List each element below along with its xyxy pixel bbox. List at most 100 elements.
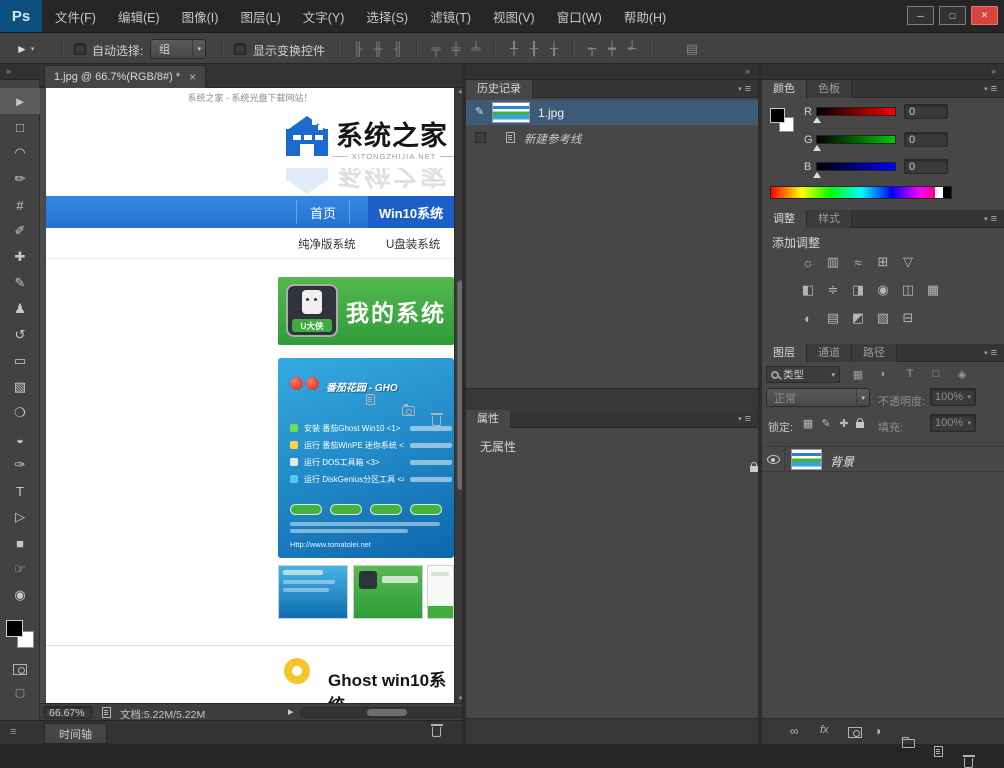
green-slider[interactable] [816, 135, 896, 144]
lasso-tool[interactable]: ◠ [0, 140, 40, 166]
vibrance-icon[interactable]: ▽ [898, 254, 918, 270]
align-left-edges-icon[interactable]: ╤ [426, 40, 446, 58]
tab-channels[interactable]: 通道 [807, 344, 852, 362]
type-tool[interactable]: T [0, 478, 40, 504]
zoom-level-field[interactable]: 66.67% [44, 706, 92, 719]
distribute-right-edges-icon[interactable]: ┵ [622, 40, 642, 58]
lock-image-pixels-icon[interactable]: ✎ [818, 417, 834, 430]
zoom-tool[interactable]: ◉ [0, 582, 40, 608]
auto-select-checkbox[interactable] [74, 43, 86, 55]
new-adjustment-layer-icon[interactable]: ◑ [874, 724, 881, 738]
green-slider-handle[interactable] [813, 145, 821, 151]
tab-layers[interactable]: 图层 [762, 344, 807, 362]
panel-menu-button[interactable]: ▾ ≡ [984, 210, 1004, 227]
tab-paths[interactable]: 路径 [852, 344, 897, 362]
collapse-chevrons-icon[interactable]: » [6, 66, 11, 76]
move-tool[interactable]: ► [0, 88, 40, 114]
photo-filter-icon[interactable]: ◉ [873, 282, 893, 298]
panel-menu-button[interactable]: ▾ ≡ [984, 344, 1004, 361]
quick-mask-mode-icon[interactable] [13, 664, 27, 675]
black-white-icon[interactable]: ◨ [848, 282, 868, 298]
new-document-from-state-icon[interactable] [366, 394, 375, 405]
canvas-horizontal-scrollbar[interactable] [300, 707, 476, 718]
distribute-left-edges-icon[interactable]: ┭ [582, 40, 602, 58]
pixel-layer-filter-icon[interactable]: ▦ [848, 368, 868, 381]
invert-icon[interactable]: ◐ [798, 311, 818, 326]
auto-select-dropdown[interactable]: 组 ▾ [150, 39, 206, 59]
minimize-button[interactable]: ─ [907, 6, 934, 25]
auto-align-layers-icon[interactable]: ▤ [682, 40, 702, 58]
threshold-icon[interactable]: ◩ [848, 310, 868, 326]
layer-visibility-eye-icon[interactable] [767, 455, 780, 464]
history-brush-source-icon[interactable]: ✎ [475, 105, 484, 118]
smart-object-filter-icon[interactable]: ◈ [952, 368, 972, 381]
status-popup-arrow-icon[interactable]: ▶ [288, 708, 293, 716]
brightness-contrast-icon[interactable]: ☼ [798, 255, 818, 270]
tab-color[interactable]: 颜色 [762, 80, 807, 98]
canvas-page[interactable]: 系统之家 - 系统光盘下载网站！ 系统之家 XITONGZHIJIA.NET [46, 88, 454, 703]
red-slider[interactable] [816, 107, 896, 116]
distribute-vertical-centers-icon[interactable]: ╂ [524, 40, 544, 58]
exposure-icon[interactable]: ⊞ [873, 254, 893, 270]
align-bottom-edges-icon[interactable]: ╢ [388, 40, 408, 58]
add-layer-mask-icon[interactable] [848, 727, 862, 738]
menu-layer[interactable]: 图层(L) [229, 0, 291, 32]
align-top-edges-icon[interactable]: ╟ [348, 40, 368, 58]
panel-menu-button[interactable]: ▾ ≡ [738, 410, 758, 427]
menu-image[interactable]: 图像(I) [171, 0, 230, 32]
shape-tool[interactable]: ■ [0, 530, 40, 556]
color-balance-icon[interactable]: ≑ [823, 282, 843, 298]
distribute-horizontal-centers-icon[interactable]: ┿ [602, 40, 622, 58]
healing-brush-tool[interactable]: ✚ [0, 244, 40, 270]
collapse-chevrons-icon[interactable]: » [991, 66, 996, 76]
selective-color-icon[interactable]: ⊟ [898, 310, 918, 326]
curves-icon[interactable]: ≈ [848, 255, 868, 270]
show-transform-checkbox[interactable] [234, 43, 246, 55]
canvas-viewport[interactable]: 系统之家 - 系统光盘下载网站！ 系统之家 XITONGZHIJIA.NET [40, 88, 454, 703]
new-layer-icon[interactable] [934, 746, 943, 757]
maximize-button[interactable]: □ [939, 6, 966, 25]
lock-all-icon[interactable] [856, 422, 864, 428]
align-horizontal-centers-icon[interactable]: ╪ [446, 40, 466, 58]
collapse-chevrons-icon[interactable]: » [745, 66, 750, 76]
brush-tool[interactable]: ✎ [0, 270, 40, 296]
color-lookup-icon[interactable]: ▦ [923, 282, 943, 298]
tab-properties[interactable]: 属性 [466, 410, 511, 428]
delete-state-icon[interactable] [432, 416, 441, 426]
align-vertical-centers-icon[interactable]: ╫ [368, 40, 388, 58]
menu-view[interactable]: 视图(V) [482, 0, 546, 32]
blue-slider-handle[interactable] [813, 172, 821, 178]
new-snapshot-icon[interactable] [402, 406, 415, 416]
shape-layer-filter-icon[interactable]: □ [926, 368, 946, 380]
clone-stamp-tool[interactable]: ♟ [0, 296, 40, 322]
fill-field[interactable]: 100% ▾ [930, 414, 976, 432]
red-slider-handle[interactable] [813, 117, 821, 123]
history-item[interactable]: 新建参考线 [466, 125, 758, 150]
type-layer-filter-icon[interactable]: T [900, 368, 920, 380]
menu-select[interactable]: 选择(S) [355, 0, 419, 32]
document-tab[interactable]: 1.jpg @ 66.7%(RGB/8#) * × [44, 65, 206, 88]
panel-menu-button[interactable]: ▾ ≡ [738, 80, 758, 97]
levels-icon[interactable]: ▥ [823, 254, 843, 270]
tool-preset-picker[interactable]: ► ▾ [16, 38, 34, 59]
tab-adjustments[interactable]: 调整 [762, 210, 807, 228]
tab-styles[interactable]: 样式 [807, 210, 852, 228]
crop-tool[interactable]: # [0, 192, 40, 218]
link-layers-icon[interactable]: ∞ [790, 724, 799, 738]
layer-row-background[interactable]: 背景 [762, 446, 1004, 472]
menu-edit[interactable]: 编辑(E) [107, 0, 171, 32]
opacity-field[interactable]: 100% ▾ [930, 388, 976, 406]
menu-file[interactable]: 文件(F) [44, 0, 107, 32]
path-selection-tool[interactable]: ▷ [0, 504, 40, 530]
green-value-field[interactable]: 0 [904, 132, 948, 147]
color-spectrum-ramp[interactable] [770, 186, 952, 199]
menu-help[interactable]: 帮助(H) [613, 0, 677, 32]
distribute-bottom-edges-icon[interactable]: ╁ [544, 40, 564, 58]
blue-value-field[interactable]: 0 [904, 159, 948, 174]
blend-mode-dropdown[interactable]: 正常 ▾ [766, 388, 870, 407]
marquee-tool[interactable]: □ [0, 114, 40, 140]
close-button[interactable]: ✕ [971, 6, 998, 25]
gradient-map-icon[interactable]: ▧ [873, 310, 893, 326]
tab-timeline[interactable]: 时间轴 [44, 723, 107, 744]
panel-menu-button[interactable]: ▾ ≡ [984, 80, 1004, 97]
